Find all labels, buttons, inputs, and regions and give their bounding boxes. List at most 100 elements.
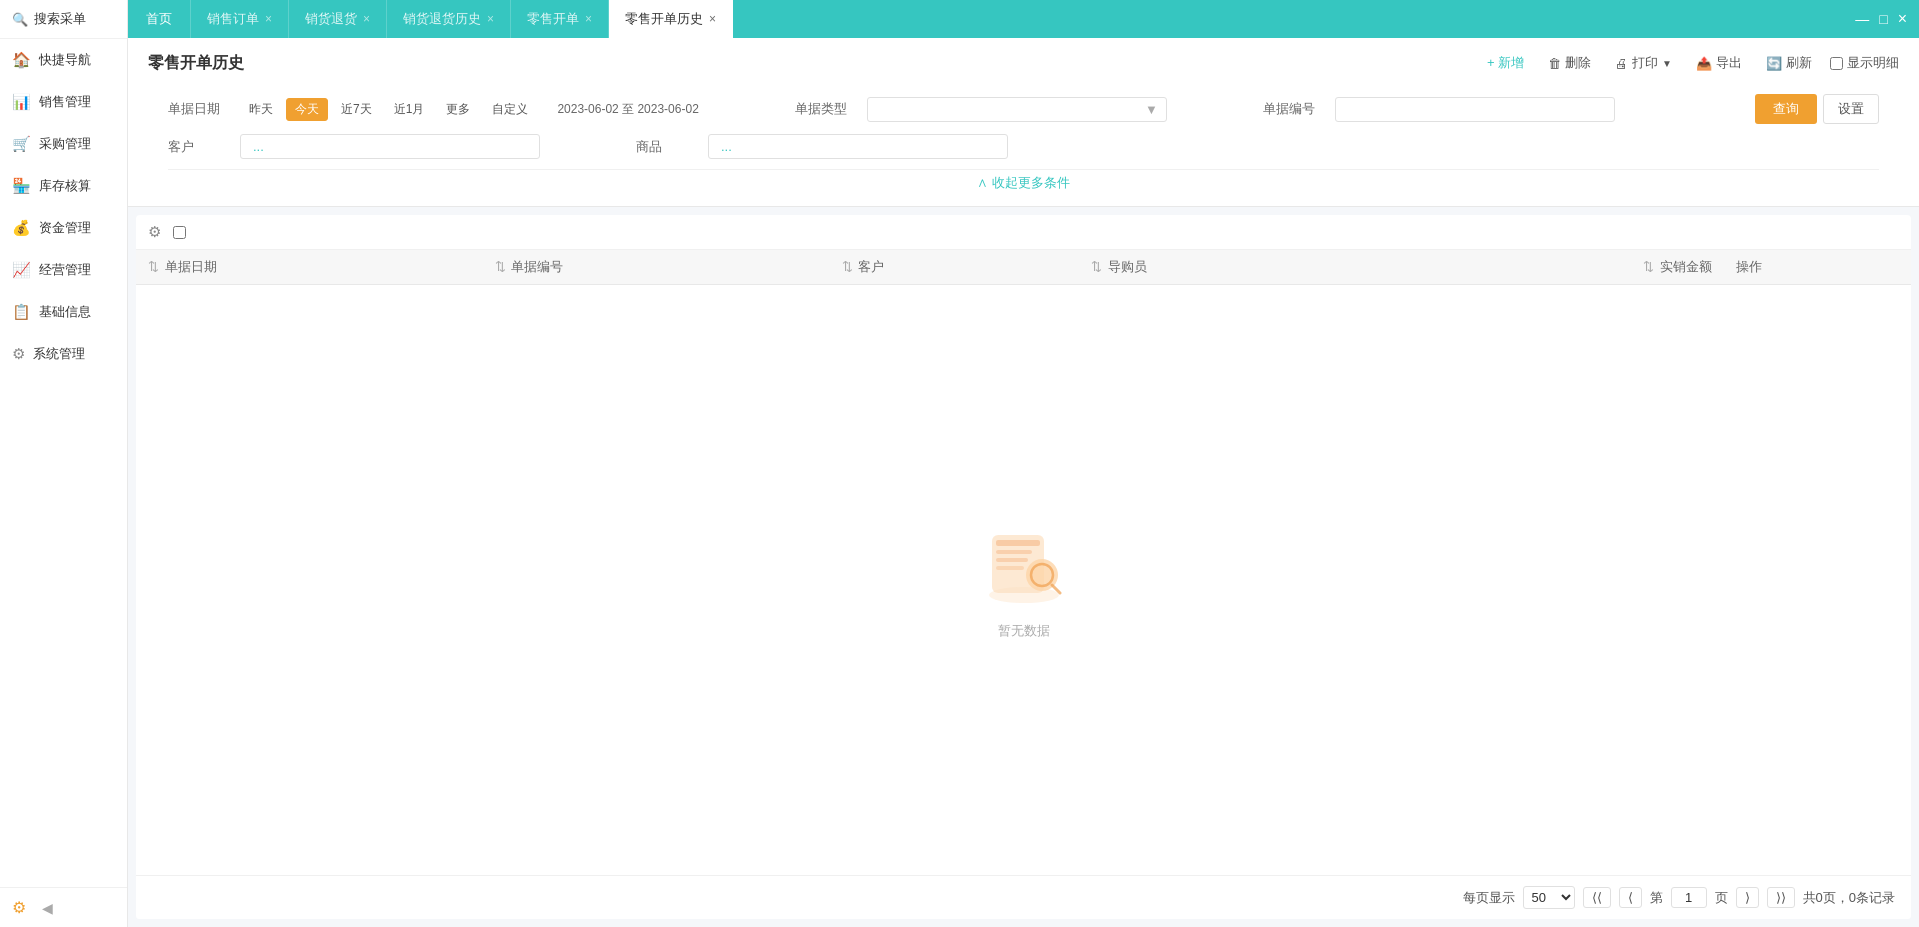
minimize-btn[interactable]: —: [1855, 11, 1869, 27]
tab-retail-history-label: 零售开单历史: [625, 10, 703, 28]
sidebar-item-label: 库存核算: [39, 177, 91, 195]
sidebar-item-operations[interactable]: 📈 经营管理: [0, 249, 127, 291]
last-page-btn[interactable]: ⟩⟩: [1767, 887, 1795, 908]
display-detail-toggle[interactable]: 显示明细: [1830, 54, 1899, 72]
doc-type-select[interactable]: ▼: [867, 97, 1167, 122]
tab-sales-order[interactable]: 销售订单 ×: [191, 0, 289, 38]
refresh-button[interactable]: 🔄 刷新: [1760, 50, 1818, 76]
add-button[interactable]: + 新增: [1481, 50, 1530, 76]
page-header: 零售开单历史 + 新增 🗑 删除 🖨 打印 ▼ 📤 导出: [128, 38, 1919, 207]
date-btn-last7[interactable]: 近7天: [332, 98, 381, 121]
sidebar-item-quick-nav[interactable]: 🏠 快捷导航: [0, 39, 127, 81]
collapse-filter-bar[interactable]: ∧ 收起更多条件: [168, 169, 1879, 196]
date-btn-last-month[interactable]: 近1月: [385, 98, 434, 121]
toolbar: + 新增 🗑 删除 🖨 打印 ▼ 📤 导出 🔄: [1481, 50, 1899, 76]
collapse-label: ∧ 收起更多条件: [977, 175, 1070, 190]
page-title: 零售开单历史: [148, 53, 244, 74]
page-number-input[interactable]: [1671, 887, 1707, 908]
sidebar-item-finance[interactable]: 💰 资金管理: [0, 207, 127, 249]
delete-icon: 🗑: [1548, 56, 1561, 71]
date-btn-today[interactable]: 今天: [286, 98, 328, 121]
doc-number-input[interactable]: [1335, 97, 1615, 122]
select-all-checkbox[interactable]: [173, 226, 186, 239]
tab-sales-order-label: 销售订单: [207, 10, 259, 28]
sort-icon[interactable]: ⇅: [1091, 259, 1102, 274]
sidebar-item-system[interactable]: ⚙ 系统管理: [0, 333, 127, 375]
doc-number-label: 单据编号: [1263, 100, 1319, 118]
display-detail-checkbox[interactable]: [1830, 57, 1843, 70]
collapse-sidebar-icon[interactable]: ◀: [42, 900, 53, 916]
pagination: 每页显示 50 10 20 100 ⟨⟨ ⟨ 第 页 ⟩ ⟩⟩ 共0页，0条记录: [136, 875, 1911, 919]
empty-icon: [974, 520, 1074, 610]
delete-button[interactable]: 🗑 删除: [1542, 50, 1597, 76]
close-window-btn[interactable]: ×: [1898, 10, 1907, 28]
page-label-pre: 第: [1650, 889, 1663, 907]
sidebar-item-basic-info[interactable]: 📋 基础信息: [0, 291, 127, 333]
sidebar-item-sales-mgmt[interactable]: 📊 销售管理: [0, 81, 127, 123]
sidebar-item-inventory[interactable]: 🏪 库存核算: [0, 165, 127, 207]
product-select[interactable]: ...: [708, 134, 1008, 159]
tabbar: 首页 销售订单 × 销货退货 × 销货退货历史 × 零售开单 × 零售开单历史 …: [128, 0, 1919, 38]
page-size-label: 每页显示: [1463, 889, 1515, 907]
date-range-display: 2023-06-02 至 2023-06-02: [557, 101, 698, 118]
table-settings-icon[interactable]: ⚙: [148, 223, 161, 241]
search-icon: 🔍: [12, 12, 28, 27]
tab-sales-return[interactable]: 销货退货 ×: [289, 0, 387, 38]
maximize-btn[interactable]: □: [1879, 11, 1887, 27]
date-btn-custom[interactable]: 自定义: [483, 98, 537, 121]
sidebar-footer: ⚙ ◀: [0, 887, 127, 927]
sort-icon[interactable]: ⇅: [148, 259, 159, 274]
close-tab-sales-return-history[interactable]: ×: [487, 12, 494, 26]
doc-type-dropdown-icon: ▼: [1145, 102, 1158, 117]
next-page-btn[interactable]: ⟩: [1736, 887, 1759, 908]
setting-button[interactable]: 设置: [1823, 94, 1879, 124]
close-tab-retail-open[interactable]: ×: [585, 12, 592, 26]
print-dropdown-icon: ▼: [1662, 58, 1672, 69]
settings-icon[interactable]: ⚙: [12, 898, 26, 917]
sidebar-item-label: 采购管理: [39, 135, 91, 153]
filter-row-2: 客户 ... 商品 ...: [168, 134, 1879, 159]
close-tab-sales-return[interactable]: ×: [363, 12, 370, 26]
print-button[interactable]: 🖨 打印 ▼: [1609, 50, 1678, 76]
table-area: ⚙ ⇅ 单据日期 ⇅ 单据编号 ⇅: [136, 215, 1911, 919]
sort-icon[interactable]: ⇅: [495, 259, 506, 274]
tab-home[interactable]: 首页: [128, 0, 191, 38]
sidebar: 🔍 搜索采单 🏠 快捷导航 📊 销售管理 🛒 采购管理 🏪 库存核算 💰 资金管…: [0, 0, 128, 927]
sort-icon[interactable]: ⇅: [842, 259, 853, 274]
sidebar-item-purchase-mgmt[interactable]: 🛒 采购管理: [0, 123, 127, 165]
product-ellipsis[interactable]: ...: [717, 139, 736, 154]
operations-icon: 📈: [12, 261, 31, 279]
sidebar-search[interactable]: 🔍 搜索采单: [0, 0, 127, 39]
date-btn-yesterday[interactable]: 昨天: [240, 98, 282, 121]
purchase-icon: 🛒: [12, 135, 31, 153]
svg-rect-5: [996, 566, 1024, 570]
sidebar-item-label: 销售管理: [39, 93, 91, 111]
tab-sales-return-history[interactable]: 销货退货历史 ×: [387, 0, 511, 38]
export-button[interactable]: 📤 导出: [1690, 50, 1748, 76]
tab-retail-history[interactable]: 零售开单历史 ×: [609, 0, 733, 38]
page-size-select[interactable]: 50 10 20 100: [1523, 886, 1575, 909]
customer-ellipsis[interactable]: ...: [249, 139, 268, 154]
sales-icon: 📊: [12, 93, 31, 111]
finance-icon: 💰: [12, 219, 31, 237]
sort-icon[interactable]: ⇅: [1643, 259, 1654, 274]
page-label-post: 页: [1715, 889, 1728, 907]
first-page-btn[interactable]: ⟨⟨: [1583, 887, 1611, 908]
sidebar-item-label: 快捷导航: [39, 51, 91, 69]
doc-type-label: 单据类型: [795, 100, 851, 118]
product-filter-label: 商品: [636, 138, 692, 156]
th-amount: ⇅ 实销金额: [1377, 250, 1724, 285]
customer-select[interactable]: ...: [240, 134, 540, 159]
data-table: ⇅ 单据日期 ⇅ 单据编号 ⇅ 客户 ⇅ 导购员: [136, 250, 1911, 285]
close-tab-retail-history[interactable]: ×: [709, 12, 716, 26]
prev-page-btn[interactable]: ⟨: [1619, 887, 1642, 908]
content-area: 零售开单历史 + 新增 🗑 删除 🖨 打印 ▼ 📤 导出: [128, 38, 1919, 927]
query-button[interactable]: 查询: [1755, 94, 1817, 124]
basic-info-icon: 📋: [12, 303, 31, 321]
date-btn-more[interactable]: 更多: [437, 98, 479, 121]
tab-retail-open[interactable]: 零售开单 ×: [511, 0, 609, 38]
filter-area: 单据日期 昨天 今天 近7天 近1月 更多 自定义 2023-06-02 至 2…: [148, 84, 1899, 206]
export-icon: 📤: [1696, 56, 1712, 71]
date-buttons: 昨天 今天 近7天 近1月 更多 自定义: [240, 98, 537, 121]
close-tab-sales-order[interactable]: ×: [265, 12, 272, 26]
